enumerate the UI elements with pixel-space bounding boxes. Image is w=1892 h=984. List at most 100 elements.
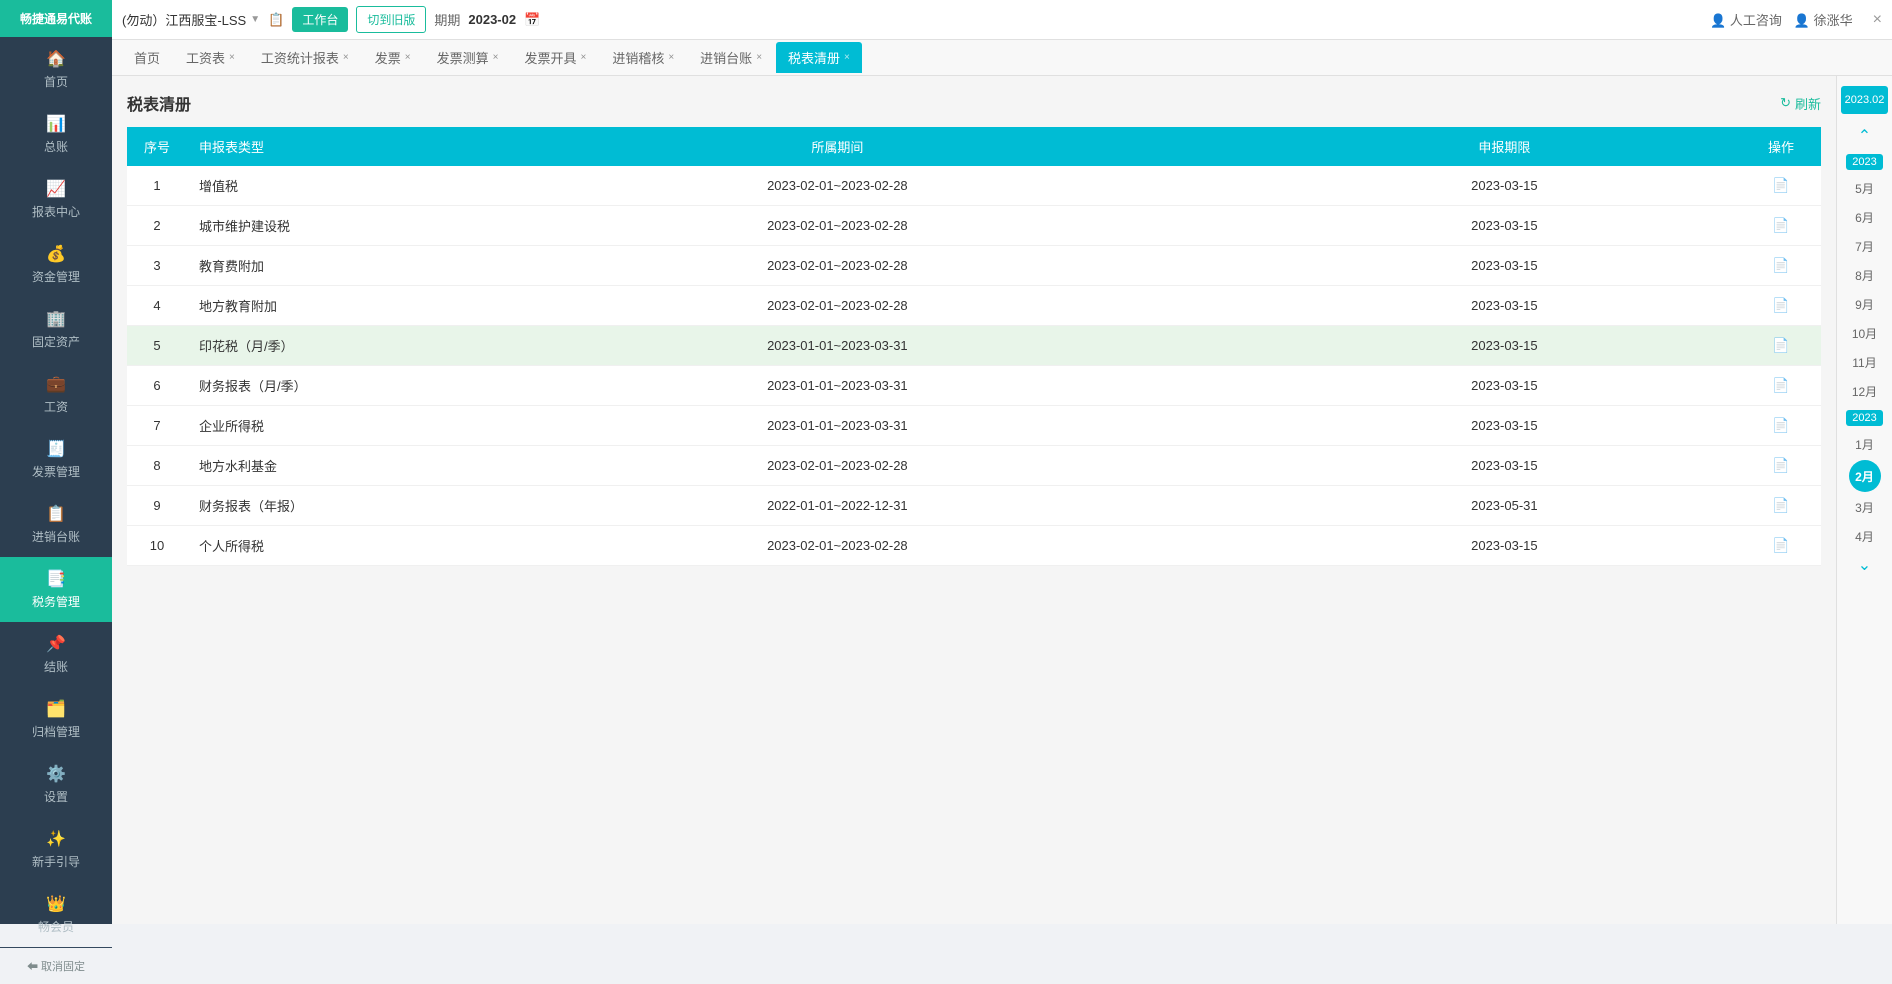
date-month-1[interactable]: 1月 (1843, 431, 1887, 458)
table-row: 9 财务报表（年报） 2022-01-01~2022-12-31 2023-05… (127, 486, 1821, 526)
action-icon[interactable]: 📄 (1772, 297, 1789, 313)
tab-bar: 首页 工资表 × 工资统计报表 × 发票 × 发票测算 × 发票开具 × 进销稽… (112, 40, 1892, 76)
sidebar-item-home[interactable]: 🏠 首页 (0, 37, 112, 102)
content-area: 税表清册 ↻ 刷新 序号 申报表类型 所属期间 申报期限 操作 (112, 76, 1892, 924)
sidebar-item-label: 总账 (44, 138, 68, 155)
refresh-button[interactable]: ↻ 刷新 (1780, 94, 1821, 113)
tab-close-icon[interactable]: × (405, 52, 411, 63)
fixed-assets-icon: 🏢 (46, 309, 66, 329)
sidebar-item-funds[interactable]: 💰 资金管理 (0, 232, 112, 297)
sidebar-item-closing[interactable]: 📌 结账 (0, 622, 112, 687)
col-header-deadline: 申报期限 (1268, 127, 1741, 166)
company-chevron-icon: ▼ (250, 14, 260, 25)
close-button[interactable]: × (1873, 11, 1882, 29)
tab-close-icon[interactable]: × (229, 52, 235, 63)
date-month-3[interactable]: 3月 (1843, 494, 1887, 521)
tab-invoice[interactable]: 发票 × (363, 42, 423, 73)
sidebar-item-label: 税务管理 (32, 593, 80, 610)
date-top-label: 2023.02 (1841, 86, 1889, 114)
tab-salary-stats[interactable]: 工资统计报表 × (249, 42, 361, 73)
sidebar-item-label: 归档管理 (32, 723, 80, 740)
action-icon[interactable]: 📄 (1772, 337, 1789, 353)
cell-no: 9 (127, 486, 187, 526)
date-month-5[interactable]: 5月 (1843, 175, 1887, 202)
date-month-2-active[interactable]: 2月 (1849, 460, 1881, 492)
date-month-6[interactable]: 6月 (1843, 204, 1887, 231)
table-row: 3 教育费附加 2023-02-01~2023-02-28 2023-03-15… (127, 246, 1821, 286)
tab-invoice-open[interactable]: 发票开具 × (512, 42, 598, 73)
action-icon[interactable]: 📄 (1772, 457, 1789, 473)
tab-invoice-calc[interactable]: 发票测算 × (425, 42, 511, 73)
action-icon[interactable]: 📄 (1772, 377, 1789, 393)
member-icon: 👑 (46, 894, 66, 914)
action-icon[interactable]: 📄 (1772, 537, 1789, 553)
cell-type: 增值税 (187, 166, 407, 206)
sidebar-item-guide[interactable]: ✨ 新手引导 (0, 817, 112, 882)
tab-close-icon[interactable]: × (580, 52, 586, 63)
sidebar-item-tax[interactable]: 📑 税务管理 (0, 557, 112, 622)
tab-close-icon[interactable]: × (668, 52, 674, 63)
action-icon[interactable]: 📄 (1772, 417, 1789, 433)
sidebar-item-reports[interactable]: 📈 报表中心 (0, 167, 112, 232)
cell-type: 财务报表（年报） (187, 486, 407, 526)
app-logo: 畅捷通易代账 (0, 0, 112, 37)
table-row: 5 印花税（月/季） 2023-01-01~2023-03-31 2023-03… (127, 326, 1821, 366)
period-label: 期期 (434, 10, 460, 29)
date-month-4[interactable]: 4月 (1843, 523, 1887, 550)
date-scroll-up-button[interactable]: ⌃ (1854, 122, 1875, 150)
help-button[interactable]: 👤 人工咨询 (1710, 10, 1782, 29)
main-area: (勿动）江西服宝-LSS ▼ 📋 工作台 切到旧版 期期 2023-02 📅 👤… (112, 0, 1892, 924)
cell-period: 2023-02-01~2023-02-28 (407, 166, 1268, 206)
action-icon[interactable]: 📄 (1772, 217, 1789, 233)
company-selector[interactable]: (勿动）江西服宝-LSS ▼ (122, 10, 260, 29)
col-header-type: 申报表类型 (187, 127, 407, 166)
tab-close-icon[interactable]: × (493, 52, 499, 63)
sidebar-item-ledger[interactable]: 📊 总账 (0, 102, 112, 167)
cell-deadline: 2023-03-15 (1268, 406, 1741, 446)
tab-home[interactable]: 首页 (122, 42, 172, 73)
tab-salary-table[interactable]: 工资表 × (174, 42, 247, 73)
date-month-10[interactable]: 10月 (1843, 320, 1887, 347)
date-month-11[interactable]: 11月 (1843, 349, 1887, 376)
sidebar-item-settings[interactable]: ⚙️ 设置 (0, 752, 112, 817)
cell-type: 地方水利基金 (187, 446, 407, 486)
sidebar-item-salary[interactable]: 💼 工资 (0, 362, 112, 427)
tab-purchase-ledger[interactable]: 进销台账 × (688, 42, 774, 73)
switch-old-button[interactable]: 切到旧版 (356, 6, 426, 33)
tab-tax-list[interactable]: 税表清册 × (776, 42, 862, 73)
sidebar-item-invoice[interactable]: 🧾 发票管理 (0, 427, 112, 492)
cell-deadline: 2023-03-15 (1268, 526, 1741, 566)
topbar-right: 👤 人工咨询 👤 徐涨华 × (1710, 10, 1882, 29)
tab-close-icon[interactable]: × (343, 52, 349, 63)
tab-close-icon[interactable]: × (844, 52, 850, 63)
date-month-7[interactable]: 7月 (1843, 233, 1887, 260)
unpin-button[interactable]: ⬅ 取消固定 (0, 947, 112, 984)
reports-icon: 📈 (46, 179, 66, 199)
tab-close-icon[interactable]: × (756, 52, 762, 63)
user-name: 👤 徐涨华 (1794, 10, 1853, 29)
cell-period: 2023-02-01~2023-02-28 (407, 246, 1268, 286)
action-icon[interactable]: 📄 (1772, 257, 1789, 273)
date-scroll-down-button[interactable]: ⌄ (1854, 551, 1875, 579)
sidebar-item-purchase-sales[interactable]: 📋 进销台账 (0, 492, 112, 557)
action-icon[interactable]: 📄 (1772, 497, 1789, 513)
sidebar-item-archive[interactable]: 🗂️ 归档管理 (0, 687, 112, 752)
cell-period: 2022-01-01~2022-12-31 (407, 486, 1268, 526)
funds-icon: 💰 (46, 244, 66, 264)
cell-deadline: 2023-03-15 (1268, 166, 1741, 206)
workbench-button[interactable]: 工作台 (292, 7, 348, 32)
cell-action: 📄 (1741, 486, 1821, 526)
cell-action: 📄 (1741, 326, 1821, 366)
action-icon[interactable]: 📄 (1772, 177, 1789, 193)
copy-icon: 📋 (268, 12, 284, 28)
date-month-12[interactable]: 12月 (1843, 378, 1887, 405)
date-month-8[interactable]: 8月 (1843, 262, 1887, 289)
cell-no: 4 (127, 286, 187, 326)
tab-purchase-audit[interactable]: 进销稽核 × (600, 42, 686, 73)
sidebar-item-member[interactable]: 👑 畅会员 (0, 882, 112, 947)
cell-type: 教育费附加 (187, 246, 407, 286)
sidebar-item-fixed-assets[interactable]: 🏢 固定资产 (0, 297, 112, 362)
cell-action: 📄 (1741, 366, 1821, 406)
date-month-9[interactable]: 9月 (1843, 291, 1887, 318)
calendar-icon[interactable]: 📅 (524, 12, 540, 28)
